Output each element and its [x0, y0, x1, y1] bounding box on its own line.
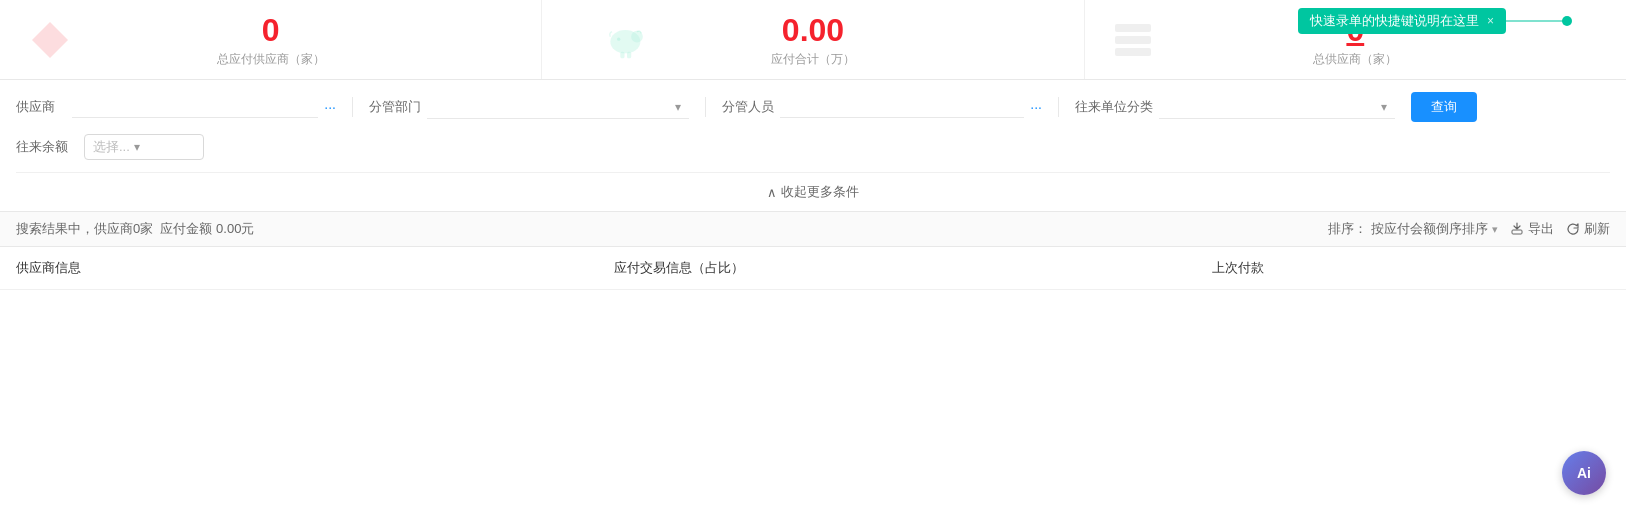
collapse-row: ∧ 收起更多条件	[16, 172, 1610, 211]
collapse-btn[interactable]: ∧ 收起更多条件	[751, 179, 875, 205]
department-label: 分管部门	[369, 98, 421, 116]
results-prefix: 搜索结果中，供应商	[16, 221, 133, 236]
department-select[interactable]: ▾	[427, 96, 689, 119]
piggy-icon	[602, 15, 652, 65]
balance-chevron-icon: ▾	[134, 140, 140, 154]
amount-label: 应付金额	[160, 221, 212, 236]
refresh-icon	[1566, 222, 1580, 236]
balance-label: 往来余额	[16, 138, 68, 156]
svg-rect-4	[627, 51, 631, 58]
table-container: 供应商信息 应付交易信息（占比） 上次付款	[0, 247, 1626, 515]
col-header-transaction: 应付交易信息（占比）	[614, 259, 1212, 277]
results-summary: 搜索结果中，供应商0家 应付金额 0.00元	[16, 220, 254, 238]
sort-chevron-icon: ▾	[1492, 223, 1498, 236]
divider-1	[352, 97, 353, 117]
collapse-chevron-icon: ∧	[767, 185, 777, 200]
divider-3	[1058, 97, 1059, 117]
supplier-dots-btn[interactable]: ···	[324, 99, 336, 115]
person-label: 分管人员	[722, 98, 774, 116]
results-info: 搜索结果中，供应商0家 应付金额 0.00元	[16, 220, 254, 238]
table-header: 供应商信息 应付交易信息（占比） 上次付款	[0, 247, 1626, 290]
supplier-input[interactable]	[72, 96, 318, 118]
filter-unit-category: 往来单位分类 ▾	[1075, 96, 1395, 119]
stat-payable-total: 0.00 应付合计（万）	[542, 0, 1084, 79]
diamond-icon	[30, 20, 70, 60]
balance-select[interactable]: 选择... ▾	[84, 134, 204, 160]
filter-department: 分管部门 ▾	[369, 96, 689, 119]
total-payable-label: 总应付供应商（家）	[217, 51, 325, 68]
sort-value: 按应付会额倒序排序	[1371, 220, 1488, 238]
payable-total-number: 0.00	[782, 11, 844, 49]
balance-placeholder: 选择...	[93, 138, 130, 156]
collapse-label: 收起更多条件	[781, 183, 859, 201]
svg-marker-0	[32, 22, 68, 58]
person-dots-btn[interactable]: ···	[1030, 99, 1042, 115]
supplier-label: 供应商	[16, 98, 66, 116]
sort-select[interactable]: 排序： 按应付会额倒序排序 ▾	[1328, 220, 1498, 238]
stats-bar: 0 总应付供应商（家） 0.00 应付合计（万） 快速录单的快捷键说明在这里 ×	[0, 0, 1626, 80]
filter-supplier: 供应商 ···	[16, 96, 336, 118]
quick-key-tooltip[interactable]: 快速录单的快捷键说明在这里 ×	[1298, 8, 1506, 34]
person-input[interactable]	[780, 96, 1024, 118]
tooltip-dot	[1562, 16, 1572, 26]
svg-point-5	[617, 37, 620, 40]
results-bar: 搜索结果中，供应商0家 应付金额 0.00元 排序： 按应付会额倒序排序 ▾ 导…	[0, 212, 1626, 247]
svg-rect-6	[1512, 230, 1522, 234]
stat-total-payable-suppliers: 0 总应付供应商（家）	[0, 0, 542, 79]
table-body	[0, 290, 1626, 515]
unit-category-chevron-icon: ▾	[1381, 100, 1387, 114]
export-icon	[1510, 222, 1524, 236]
filter-bar: 供应商 ··· 分管部门 ▾ 分管人员 ··· 往来单位分类 ▾	[0, 80, 1626, 212]
filter-person: 分管人员 ···	[722, 96, 1042, 118]
unit-category-label: 往来单位分类	[1075, 98, 1153, 116]
tooltip-close-btn[interactable]: ×	[1487, 14, 1494, 28]
filter-row-1: 供应商 ··· 分管部门 ▾ 分管人员 ··· 往来单位分类 ▾	[16, 92, 1610, 122]
divider-2	[705, 97, 706, 117]
total-suppliers-label: 总供应商（家）	[1313, 51, 1397, 68]
col-header-supplier: 供应商信息	[16, 259, 614, 277]
stat-total-suppliers: 快速录单的快捷键说明在这里 × 0 总供应商（家）	[1085, 0, 1626, 79]
department-chevron-icon: ▾	[675, 100, 681, 114]
search-button[interactable]: 查询	[1411, 92, 1477, 122]
ai-label: Ai	[1577, 465, 1591, 481]
tooltip-text: 快速录单的快捷键说明在这里	[1310, 12, 1479, 30]
refresh-label: 刷新	[1584, 220, 1610, 238]
ai-badge-btn[interactable]: Ai	[1562, 451, 1606, 495]
refresh-btn[interactable]: 刷新	[1566, 220, 1610, 238]
results-actions: 排序： 按应付会额倒序排序 ▾ 导出 刷新	[1328, 220, 1610, 238]
svg-rect-3	[621, 51, 625, 58]
payable-total-label: 应付合计（万）	[771, 51, 855, 68]
col-header-last-payment: 上次付款	[1212, 259, 1611, 277]
supplier-count: 0家	[133, 221, 153, 236]
export-label: 导出	[1528, 220, 1554, 238]
total-payable-number: 0	[262, 11, 280, 49]
sort-label: 排序：	[1328, 220, 1367, 238]
unit-category-select[interactable]: ▾	[1159, 96, 1395, 119]
filter-row-2: 往来余额 选择... ▾	[16, 134, 1610, 160]
amount-value: 0.00元	[216, 221, 254, 236]
export-btn[interactable]: 导出	[1510, 220, 1554, 238]
